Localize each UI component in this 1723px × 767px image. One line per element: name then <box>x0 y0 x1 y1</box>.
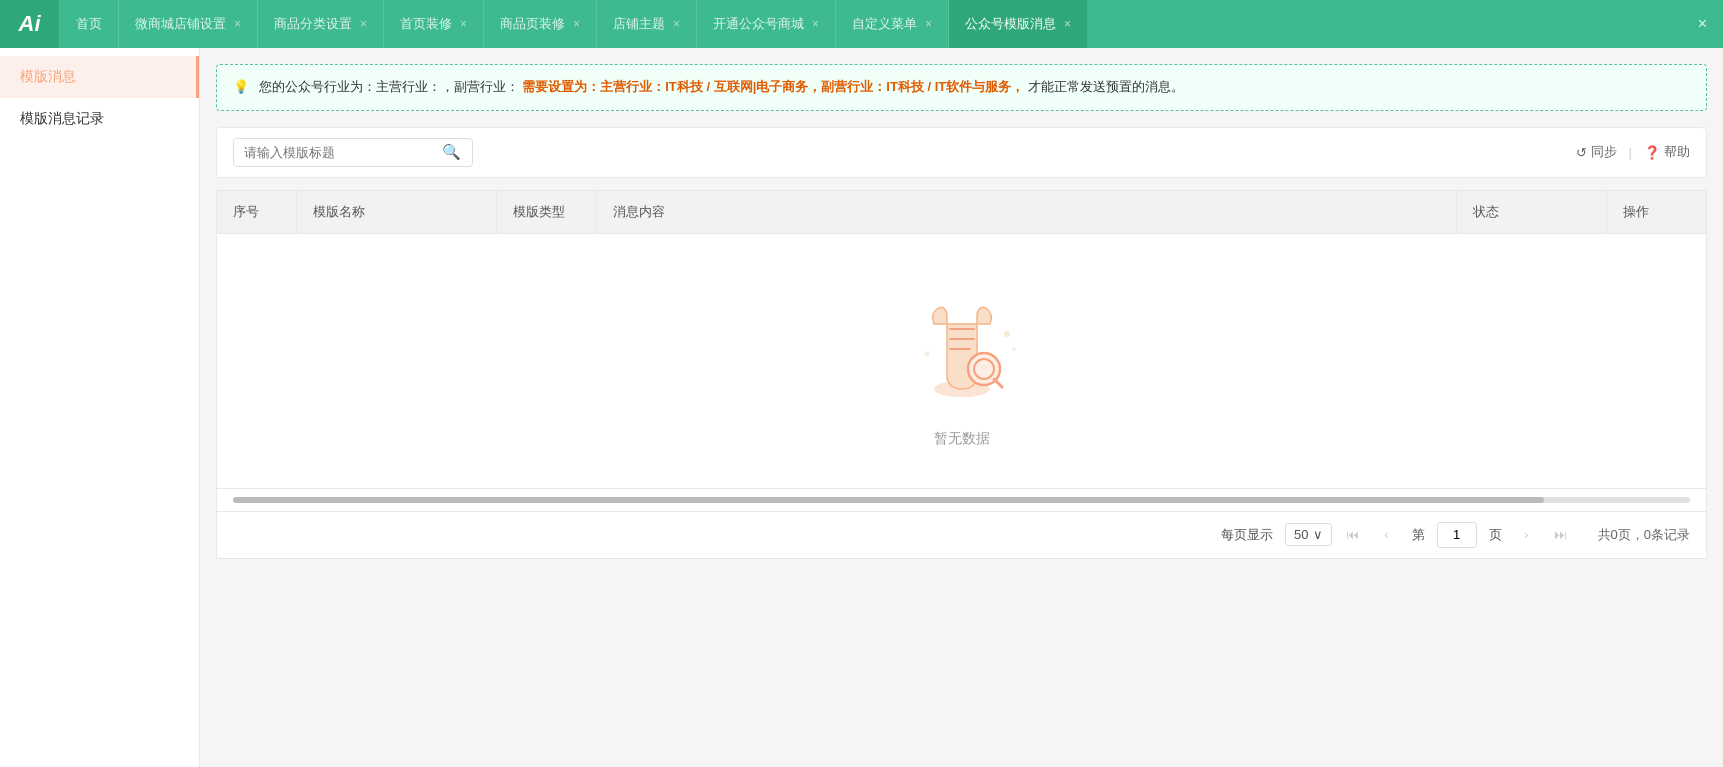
sync-button[interactable]: ↺ 同步 <box>1576 143 1617 161</box>
tab-close-icon[interactable]: × <box>234 17 241 31</box>
tab-close-icon[interactable]: × <box>925 17 932 31</box>
page-number-input[interactable] <box>1437 522 1477 548</box>
table-header-row: 序号 模版名称 模版类型 消息内容 状态 操作 <box>217 190 1707 233</box>
page-size-label: 每页显示 <box>1221 526 1273 544</box>
search-button[interactable]: 🔍 <box>434 143 469 161</box>
svg-line-6 <box>994 379 1002 387</box>
help-button[interactable]: ❓ 帮助 <box>1644 143 1690 161</box>
nav-tab-template-message[interactable]: 公众号模版消息 × <box>949 0 1088 48</box>
nav-tab-label: 商品页装修 <box>500 15 565 33</box>
nav-tab-label: 店铺主题 <box>613 15 665 33</box>
col-content: 消息内容 <box>597 190 1457 233</box>
page-label: 第 <box>1412 526 1425 544</box>
nav-tab-home-decoration[interactable]: 首页装修 × <box>384 0 484 48</box>
sidebar: 模版消息模版消息记录 <box>0 48 200 767</box>
tab-close-icon[interactable]: × <box>360 17 367 31</box>
nav-tab-label: 开通公众号商城 <box>713 15 804 33</box>
sync-icon: ↺ <box>1576 145 1587 160</box>
content-area: 💡 您的公众号行业为：主营行业：，副营行业： 需要设置为：主营行业：IT科技 /… <box>200 48 1723 767</box>
svg-point-9 <box>924 351 929 356</box>
col-status: 状态 <box>1457 190 1607 233</box>
nav-tab-label: 商品分类设置 <box>274 15 352 33</box>
top-navigation: Ai 首页微商城店铺设置×商品分类设置×首页装修×商品页装修×店铺主题×开通公众… <box>0 0 1723 48</box>
sidebar-item-template-message-record[interactable]: 模版消息记录 <box>0 98 199 140</box>
divider: | <box>1629 145 1632 160</box>
search-input[interactable] <box>234 139 434 166</box>
search-actions: ↺ 同步 | ❓ 帮助 <box>1576 143 1690 161</box>
nav-tab-label: 微商城店铺设置 <box>135 15 226 33</box>
nav-tab-label: 自定义菜单 <box>852 15 917 33</box>
notice-text1: 您的公众号行业为：主营行业：，副营行业： <box>259 79 519 94</box>
nav-tab-custom-menu[interactable]: 自定义菜单 × <box>836 0 949 48</box>
scroll-track[interactable] <box>233 497 1690 503</box>
tab-close-icon[interactable]: × <box>812 17 819 31</box>
scrollbar-area <box>216 489 1707 512</box>
search-bar: 🔍 ↺ 同步 | ❓ 帮助 <box>216 127 1707 178</box>
sync-label: 同步 <box>1591 143 1617 161</box>
sidebar-item-template-message[interactable]: 模版消息 <box>0 56 199 98</box>
col-index: 序号 <box>217 190 297 233</box>
nav-tab-product-decoration[interactable]: 商品页装修 × <box>484 0 597 48</box>
nav-tab-category-settings[interactable]: 商品分类设置 × <box>258 0 384 48</box>
empty-text: 暂无数据 <box>934 430 990 448</box>
notice-icon: 💡 <box>233 79 249 94</box>
notice-highlight: 需要设置为：主营行业：IT科技 / 互联网|电子商务，副营行业：IT科技 / I… <box>522 79 1024 94</box>
tab-close-icon[interactable]: × <box>673 17 680 31</box>
logo: Ai <box>0 0 60 48</box>
help-label: 帮助 <box>1664 143 1690 161</box>
tab-close-icon[interactable]: × <box>573 17 580 31</box>
page-size-select[interactable]: 50 ∨ <box>1285 523 1331 546</box>
scroll-thumb <box>233 497 1544 503</box>
empty-illustration <box>902 294 1022 414</box>
search-input-wrap: 🔍 <box>233 138 473 167</box>
total-text: 共0页，0条记录 <box>1598 526 1690 544</box>
empty-state: 暂无数据 <box>216 234 1707 489</box>
main-layout: 模版消息模版消息记录 💡 您的公众号行业为：主营行业：，副营行业： 需要设置为：… <box>0 48 1723 767</box>
nav-tab-label: 首页 <box>76 15 102 33</box>
nav-tab-shop-theme[interactable]: 店铺主题 × <box>597 0 697 48</box>
nav-tab-shop-settings[interactable]: 微商城店铺设置 × <box>119 0 258 48</box>
nav-tab-label: 首页装修 <box>400 15 452 33</box>
global-close-button[interactable]: × <box>1682 15 1723 33</box>
pagination: 每页显示 50 ∨ ⏮ ‹ 第 页 › ⏭ 共0页，0条记录 <box>216 512 1707 559</box>
page-size-value: 50 <box>1294 527 1308 542</box>
next-page-button[interactable]: › <box>1514 522 1540 548</box>
svg-point-7 <box>1004 331 1010 337</box>
chevron-down-icon: ∨ <box>1313 527 1323 542</box>
data-table: 序号 模版名称 模版类型 消息内容 状态 操作 <box>216 190 1707 234</box>
nav-tab-label: 公众号模版消息 <box>965 15 1056 33</box>
help-icon: ❓ <box>1644 145 1660 160</box>
first-page-button[interactable]: ⏮ <box>1340 522 1366 548</box>
nav-tab-home[interactable]: 首页 <box>60 0 119 48</box>
col-type: 模版类型 <box>497 190 597 233</box>
notice-banner: 💡 您的公众号行业为：主营行业：，副营行业： 需要设置为：主营行业：IT科技 /… <box>216 64 1707 111</box>
col-name: 模版名称 <box>297 190 497 233</box>
col-action: 操作 <box>1607 190 1707 233</box>
nav-tab-open-wechat-mall[interactable]: 开通公众号商城 × <box>697 0 836 48</box>
page-unit: 页 <box>1489 526 1502 544</box>
tab-close-icon[interactable]: × <box>1064 17 1071 31</box>
last-page-button[interactable]: ⏭ <box>1548 522 1574 548</box>
notice-text2: 才能正常发送预置的消息。 <box>1028 79 1184 94</box>
svg-point-8 <box>1012 347 1016 351</box>
prev-page-button[interactable]: ‹ <box>1374 522 1400 548</box>
tab-close-icon[interactable]: × <box>460 17 467 31</box>
